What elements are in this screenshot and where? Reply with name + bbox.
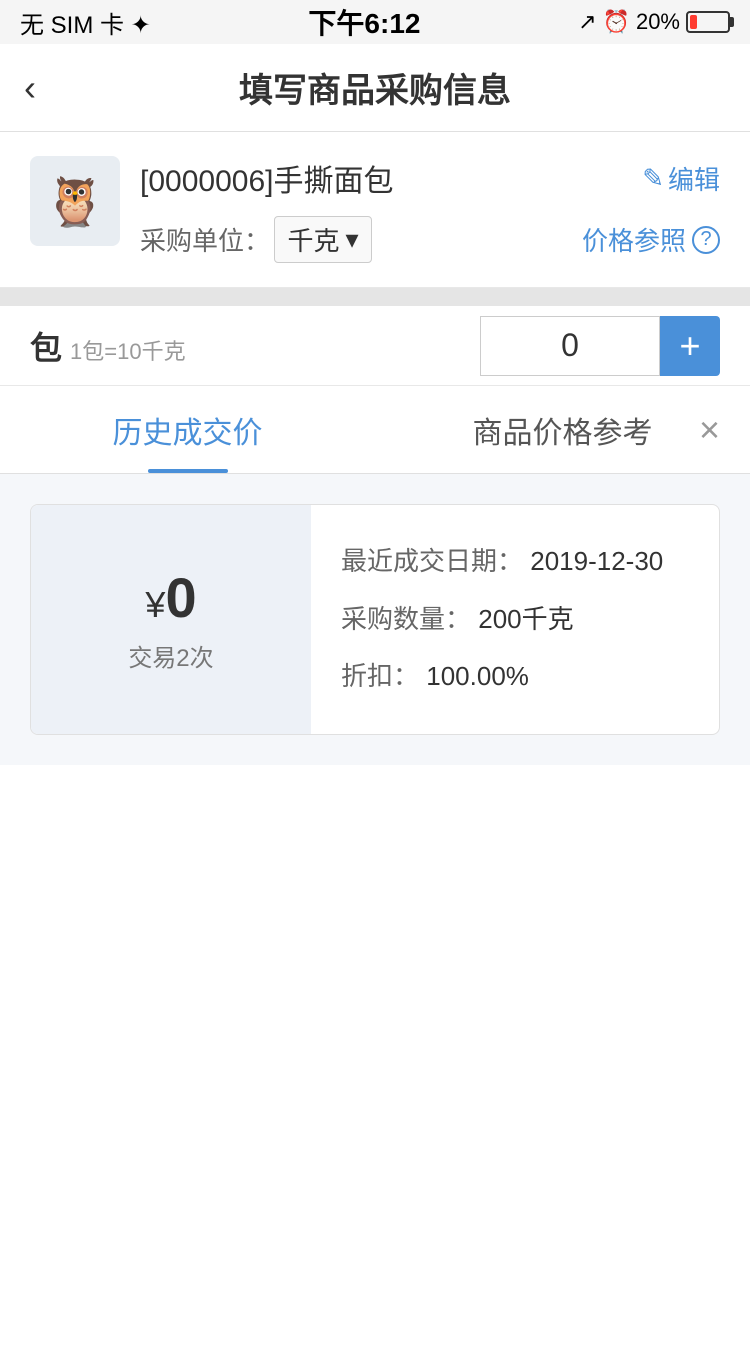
status-bar: 无 SIM 卡 ✦ 下午6:12 ↗ ⏰ 20% [0,0,750,44]
price-summary: ¥0 交易2次 [31,505,311,734]
tab-close-button[interactable]: × [699,409,720,451]
detail-date: 最近成交日期： 2019-12-30 [341,541,689,583]
product-name: [0000006]手撕面包 [140,156,393,200]
detail-discount: 折扣： 100.00% [341,656,689,698]
product-info: [0000006]手撕面包 ✎ 编辑 采购单位： 千克 ▾ 价格参照 ? [140,156,720,263]
detail-quantity: 采购数量： 200千克 [341,599,689,641]
tab-history-price[interactable]: 历史成交价 [0,386,375,473]
tab-panel: 历史成交价 商品价格参考 × ¥0 交易2次 最近成交日期： 2019-12-3… [0,386,750,765]
price-value: ¥0 [145,565,196,630]
trade-count: 交易2次 [128,638,213,673]
battery-percent: 20% [636,9,680,35]
quantity-controls: + [480,316,720,376]
unit-select[interactable]: 千克 ▾ [274,216,371,263]
price-reference-button[interactable]: 价格参照 ? [582,221,720,258]
product-thumbnail: 🦉 [30,156,120,246]
quantity-plus-button[interactable]: + [660,316,720,376]
status-left: 无 SIM 卡 ✦ [20,5,151,40]
sim-status: 无 SIM 卡 ✦ [20,5,151,40]
alarm-icon: ⏰ [603,9,630,35]
quantity-input[interactable] [480,316,660,376]
edit-button[interactable]: ✎ 编辑 [642,160,720,197]
product-logo-icon: 🦉 [45,173,105,230]
product-unit-row: 采购单位： 千克 ▾ 价格参照 ? [140,216,720,263]
price-section: ¥0 交易2次 最近成交日期： 2019-12-30 采购数量： 200千克 折… [0,474,750,765]
product-card: 🦉 [0000006]手撕面包 ✎ 编辑 采购单位： 千克 ▾ 价格参照 ? [0,132,750,288]
back-button[interactable]: ‹ [24,67,36,109]
location-icon: ↗ [578,9,596,35]
section-divider [0,288,750,306]
unit-label: 采购单位： [140,226,270,256]
bottom-area [0,765,750,1365]
price-details: 最近成交日期： 2019-12-30 采购数量： 200千克 折扣： 100.0… [311,505,719,734]
chevron-down-icon: ▾ [345,224,358,255]
tab-active-indicator [148,469,228,473]
help-icon: ? [692,226,720,254]
battery-icon [686,11,730,33]
status-time: 下午6:12 [308,2,420,42]
nav-bar: ‹ 填写商品采购信息 [0,44,750,132]
tab-header: 历史成交价 商品价格参考 × [0,386,750,474]
product-header: [0000006]手撕面包 ✎ 编辑 [140,156,720,200]
quantity-row: 包 1包=10千克 + [0,306,750,386]
quantity-label: 包 1包=10千克 [30,323,186,369]
price-card: ¥0 交易2次 最近成交日期： 2019-12-30 采购数量： 200千克 折… [30,504,720,735]
page-title: 填写商品采购信息 [239,63,511,112]
unit-label-group: 采购单位： 千克 ▾ [140,216,372,263]
tab-product-price-ref[interactable]: 商品价格参考 [375,386,750,473]
status-right: ↗ ⏰ 20% [578,9,730,35]
edit-icon: ✎ [642,163,664,194]
